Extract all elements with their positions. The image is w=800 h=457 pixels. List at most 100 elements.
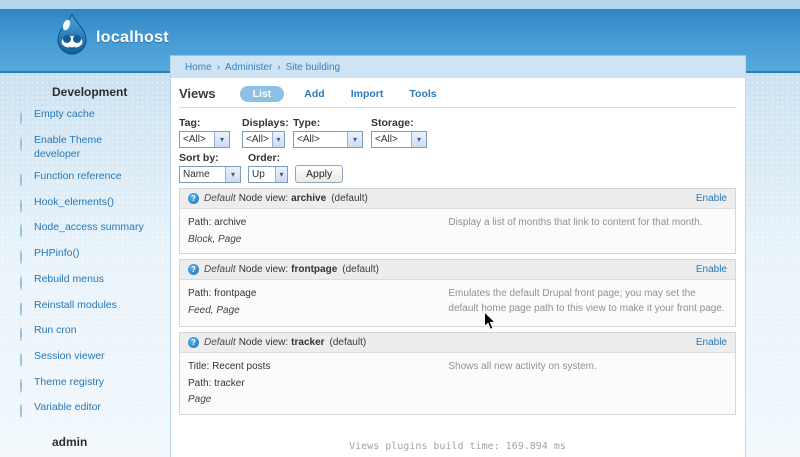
filter-tag: Tag: <All> ▾: [179, 117, 230, 148]
tag-select[interactable]: <All> ▾: [179, 131, 230, 148]
bullet-icon: [20, 275, 32, 291]
drupal-logo-icon[interactable]: [54, 13, 90, 60]
plugins-build-time: Views plugins build time: 169.894 ms: [349, 440, 566, 452]
view-description: Shows all new activity on system.: [448, 361, 597, 372]
sidebar-item-reinstall-modules[interactable]: Reinstall modules: [20, 298, 158, 317]
view-name: archive: [291, 193, 327, 204]
view-kind: Node view:: [238, 337, 289, 348]
sort-by-select[interactable]: Name ▾: [179, 166, 241, 183]
tab-import[interactable]: Import: [351, 88, 384, 100]
breadcrumb-home[interactable]: Home: [185, 62, 212, 73]
tab-add[interactable]: Add: [304, 88, 324, 100]
view-body: Title: Recent posts Path: tracker Page S…: [180, 353, 735, 414]
view-header: ? Default Node view: tracker (default) E…: [180, 333, 735, 353]
type-label: Type:: [293, 117, 321, 129]
enable-link[interactable]: Enable: [696, 264, 727, 275]
view-name: frontpage: [291, 264, 338, 275]
filter-row-1: Tag: <All> ▾ Displays: <All> ▾ Type: <Al…: [179, 117, 736, 148]
view-default-suffix: (default): [342, 264, 379, 275]
view-path: Path: archive: [188, 217, 247, 228]
bullet-icon: [20, 378, 32, 394]
sidebar-item-node-access-summary[interactable]: Node_access summary: [20, 220, 158, 239]
filter-row-2: Sort by: Name ▾ Order: Up ▾ Apply: [179, 152, 736, 183]
order-label: Order:: [248, 152, 281, 164]
view-displays: Feed, Page: [188, 304, 240, 316]
type-select[interactable]: <All> ▾: [293, 131, 363, 148]
dropdown-arrow-icon[interactable]: ▾: [214, 132, 229, 147]
displays-select[interactable]: <All> ▾: [242, 131, 285, 148]
breadcrumb-separator: ›: [216, 61, 221, 73]
sidebar-item-enable-theme-developer[interactable]: Enable Theme developer: [20, 133, 158, 162]
bullet-icon: [20, 352, 32, 368]
filter-displays: Displays: <All> ▾: [242, 117, 289, 148]
sort-by-label: Sort by:: [179, 152, 219, 164]
view-details: Title: Recent posts Path: tracker Page: [180, 353, 446, 414]
sidebar-item-phpinfo[interactable]: PHPinfo(): [20, 246, 158, 265]
storage-select[interactable]: <All> ▾: [371, 131, 427, 148]
sidebar-item-empty-cache[interactable]: Empty cache: [20, 107, 158, 126]
page-title: Views: [179, 86, 216, 101]
bullet-icon: [20, 198, 32, 214]
dropdown-arrow-icon[interactable]: ▾: [272, 132, 284, 147]
view-displays: Page: [188, 394, 212, 405]
help-icon[interactable]: ?: [188, 193, 199, 204]
view-details: Path: archive Block, Page: [180, 209, 446, 253]
tab-list[interactable]: List: [239, 85, 285, 102]
tab-tools[interactable]: Tools: [409, 88, 436, 100]
sidebar-item-run-cron[interactable]: Run cron: [20, 323, 158, 342]
filter-storage: Storage: <All> ▾: [371, 117, 427, 148]
view-description: Emulates the default Drupal front page; …: [448, 288, 725, 314]
site-name[interactable]: localhost: [96, 29, 169, 47]
devel-build-times: Views plugins build time: 169.894 ms Vie…: [179, 441, 736, 457]
view-details: Path: frontpage Feed, Page: [180, 280, 446, 326]
dropdown-arrow-icon[interactable]: ▾: [275, 167, 287, 182]
bullet-icon: [20, 327, 32, 342]
sidebar-item-variable-editor[interactable]: Variable editor: [20, 400, 158, 419]
sidebar-item-session-viewer[interactable]: Session viewer: [20, 349, 158, 368]
views-admin-page: Views List Add Import Tools Tag: <All> ▾…: [171, 80, 745, 457]
dropdown-arrow-icon[interactable]: ▾: [347, 132, 362, 147]
view-kind: Node view:: [238, 264, 289, 275]
bullet-icon: [20, 301, 32, 317]
help-icon[interactable]: ?: [188, 337, 199, 348]
bullet-icon: [20, 173, 32, 188]
view-row-frontpage: ? Default Node view: frontpage (default)…: [179, 259, 736, 327]
breadcrumb: Home › Administer › Site building: [171, 56, 745, 78]
view-default-suffix: (default): [329, 337, 367, 348]
enable-link[interactable]: Enable: [696, 337, 727, 348]
displays-label: Displays:: [242, 117, 289, 129]
view-header: ? Default Node view: frontpage (default)…: [180, 260, 735, 280]
apply-button[interactable]: Apply: [295, 165, 344, 183]
bullet-icon: [20, 111, 32, 126]
breadcrumb-site-building[interactable]: Site building: [286, 62, 340, 73]
main-content: Home › Administer › Site building Views …: [170, 55, 746, 457]
view-body: Path: archive Block, Page Display a list…: [180, 209, 735, 253]
sidebar-item-function-reference[interactable]: Function reference: [20, 169, 158, 188]
development-menu: Empty cache Enable Theme developer Funct…: [20, 107, 158, 419]
order-select[interactable]: Up ▾: [248, 166, 288, 183]
view-type-badge: Default: [204, 193, 236, 204]
view-type-badge: Default: [204, 264, 236, 275]
sidebar-item-rebuild-menus[interactable]: Rebuild menus: [20, 272, 158, 291]
view-path: Path: tracker: [188, 377, 245, 389]
bullet-icon: [20, 224, 32, 239]
view-description: Display a list of months that link to co…: [448, 217, 703, 228]
tag-label: Tag:: [179, 117, 201, 129]
view-kind: Node view:: [238, 193, 289, 204]
enable-link[interactable]: Enable: [696, 193, 727, 204]
storage-label: Storage:: [371, 117, 414, 129]
bullet-icon: [20, 250, 32, 265]
bullet-icon: [20, 136, 32, 162]
breadcrumb-administer[interactable]: Administer: [225, 62, 272, 73]
dropdown-arrow-icon[interactable]: ▾: [411, 132, 426, 147]
filter-type: Type: <All> ▾: [293, 117, 363, 148]
view-row-archive: ? Default Node view: archive (default) E…: [179, 188, 736, 254]
dropdown-arrow-icon[interactable]: ▾: [225, 167, 240, 182]
view-displays: Block, Page: [188, 233, 242, 245]
sidebar-item-theme-registry[interactable]: Theme registry: [20, 375, 158, 394]
title-tabs-row: Views List Add Import Tools: [179, 80, 736, 108]
views-filters: Tag: <All> ▾ Displays: <All> ▾ Type: <Al…: [179, 117, 736, 183]
top-strip: [0, 0, 800, 9]
sidebar-item-hook-elements[interactable]: Hook_elements(): [20, 195, 158, 214]
help-icon[interactable]: ?: [188, 264, 199, 275]
